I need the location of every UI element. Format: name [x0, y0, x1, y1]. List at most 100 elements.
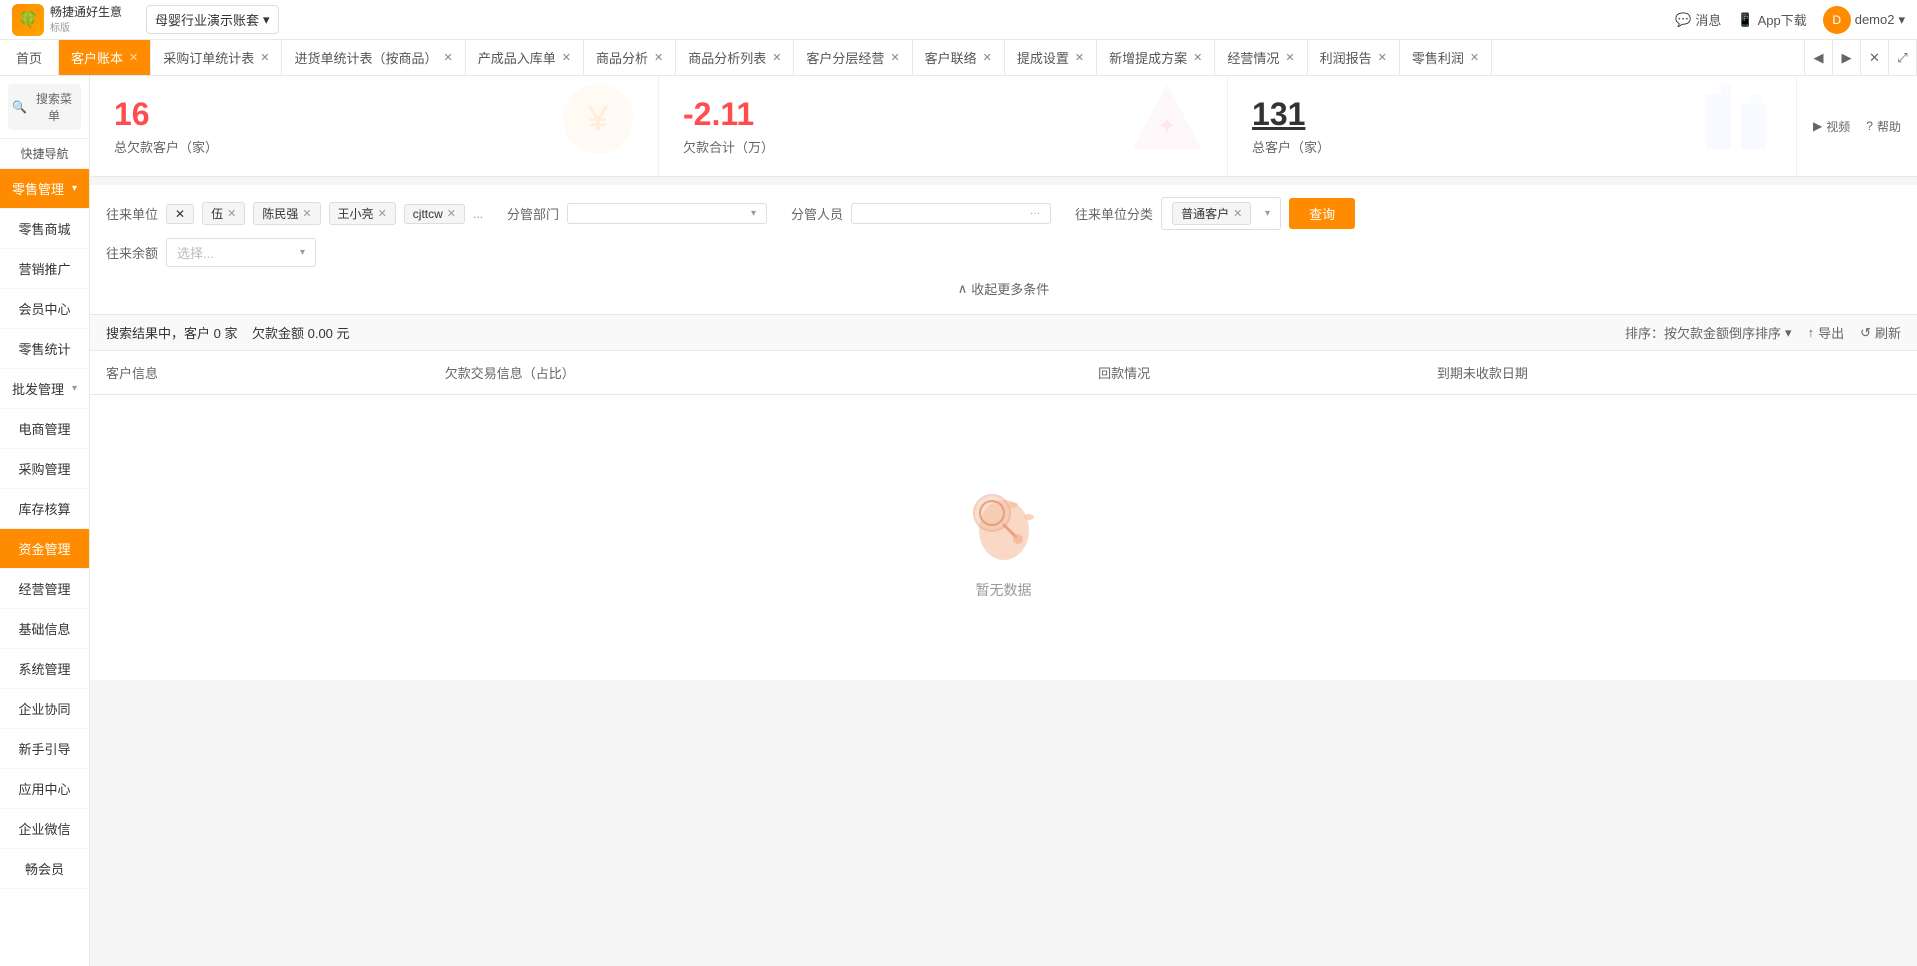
sidebar-item-ecommerce[interactable]: 电商管理 [0, 409, 89, 449]
help-button[interactable]: ? 帮助 [1866, 118, 1901, 135]
close-icon[interactable]: ✕ [772, 51, 781, 64]
messages-button[interactable]: 💬 消息 [1675, 10, 1721, 29]
empty-icon [954, 475, 1054, 568]
category-filter-select[interactable]: 普通客户 ✕ ▾ [1161, 197, 1281, 230]
sidebar-item-label: 会员中心 [18, 299, 70, 318]
sidebar-item-wholesale-management[interactable]: 批发管理 ▾ [0, 369, 89, 409]
filter-bar: 往来单位 ✕ 伍 ✕ 陈民强 ✕ 王小亮 ✕ cjttcw [90, 185, 1917, 315]
sidebar-item-new-guide[interactable]: 新手引导 [0, 729, 89, 769]
nav-scroll-left-button[interactable]: ◀ [1805, 40, 1833, 76]
tab-label: 进货单统计表（按商品） [294, 48, 437, 67]
tab-product-analysis-list[interactable]: 商品分析列表 ✕ [676, 40, 794, 75]
search-menu-button[interactable]: 🔍 搜索菜单 [8, 84, 81, 130]
filter-tag-unit-wu: 伍 ✕ [202, 202, 245, 225]
tab-inbound-stats[interactable]: 进货单统计表（按商品） ✕ [282, 40, 465, 75]
close-icon[interactable]: ✕ [654, 51, 663, 64]
tab-customer-tier[interactable]: 客户分层经营 ✕ [794, 40, 912, 75]
nav-close-all-button[interactable]: ✕ [1861, 40, 1889, 76]
remove-filter-cjttcw[interactable]: ✕ [447, 207, 456, 220]
tab-label: 客户分层经营 [806, 48, 884, 67]
tab-new-commission-plan[interactable]: 新增提成方案 ✕ [1097, 40, 1215, 75]
close-icon[interactable]: ✕ [1075, 51, 1084, 64]
sidebar-item-enterprise-collab[interactable]: 企业协同 [0, 689, 89, 729]
export-button[interactable]: ↑ 导出 [1808, 323, 1845, 342]
table-empty-row: 暂无数据 [90, 395, 1917, 681]
close-icon[interactable]: ✕ [562, 51, 571, 64]
remove-category-filter[interactable]: ✕ [1233, 207, 1242, 220]
nav-scroll-controls: ◀ ▶ ✕ ⤢ [1804, 40, 1917, 75]
logo-icon: 🍀 [12, 4, 44, 36]
tab-retail-profit[interactable]: 零售利润 ✕ [1400, 40, 1492, 75]
tab-business-situation[interactable]: 经营情况 ✕ [1215, 40, 1307, 75]
col-repayment: 回款情况 [1082, 351, 1421, 395]
tab-production-inbound[interactable]: 产成品入库单 ✕ [466, 40, 584, 75]
person-filter-select[interactable]: ··· [851, 203, 1051, 224]
sidebar-item-operations[interactable]: 经营管理 [0, 569, 89, 609]
sidebar-item-basic-info[interactable]: 基础信息 [0, 609, 89, 649]
sidebar-item-system[interactable]: 系统管理 [0, 649, 89, 689]
video-button[interactable]: ▶ 视频 [1813, 118, 1850, 135]
logo-text-area: 畅捷通好生意 标版 [50, 5, 122, 34]
tab-product-analysis[interactable]: 商品分析 ✕ [584, 40, 676, 75]
tab-home[interactable]: 首页 [0, 40, 59, 75]
query-button[interactable]: 查询 [1289, 198, 1355, 229]
tab-profit-report[interactable]: 利润报告 ✕ [1308, 40, 1400, 75]
user-menu[interactable]: D demo2 ▾ [1823, 6, 1905, 34]
nav-expand-button[interactable]: ⤢ [1889, 40, 1917, 76]
sort-select[interactable]: 排序：按欠款金额倒序排序 ▾ [1625, 323, 1792, 342]
close-icon[interactable]: ✕ [1193, 51, 1202, 64]
help-label: 帮助 [1877, 118, 1901, 135]
nav-scroll-right-button[interactable]: ▶ [1833, 40, 1861, 76]
close-icon[interactable]: ✕ [129, 51, 138, 64]
sidebar-item-retail-mall[interactable]: 零售商城 [0, 209, 89, 249]
sidebar-item-marketing[interactable]: 营销推广 [0, 249, 89, 289]
refresh-button[interactable]: ↺ 刷新 [1860, 323, 1901, 342]
sidebar-item-quick-nav[interactable]: 快捷导航 [0, 139, 89, 169]
stat-content: -2.11 欠款合计（万） [683, 96, 774, 156]
collapse-button[interactable]: ∧ 收起更多条件 [954, 275, 1054, 302]
close-icon[interactable]: ✕ [260, 51, 269, 64]
store-selector[interactable]: 母婴行业演示账套 ▾ [146, 5, 279, 34]
search-result-text: 搜索结果中，客户 0 家 欠款金额 0.00 元 [106, 323, 350, 342]
remove-filter-wang[interactable]: ✕ [378, 207, 387, 220]
remove-filter-wu[interactable]: ✕ [227, 207, 236, 220]
result-prefix: 搜索结果中，客户 [106, 326, 210, 341]
close-icon[interactable]: ✕ [444, 51, 453, 64]
close-icon[interactable]: ✕ [890, 51, 899, 64]
sidebar-item-member[interactable]: 畅会员 [0, 849, 89, 889]
sidebar-item-label: 电商管理 [18, 419, 70, 438]
close-icon[interactable]: ✕ [1285, 51, 1294, 64]
tab-commission-settings[interactable]: 提成设置 ✕ [1005, 40, 1097, 75]
header-left: 🍀 畅捷通好生意 标版 母婴行业演示账套 ▾ [12, 4, 279, 36]
sidebar-item-enterprise-wechat[interactable]: 企业微信 [0, 809, 89, 849]
nav-tabs: 首页 客户账本 ✕ 采购订单统计表 ✕ 进货单统计表（按商品） ✕ 产成品入库单… [0, 40, 1917, 76]
dept-filter-select[interactable]: ▾ [567, 203, 767, 224]
search-icon: 🔍 [12, 100, 27, 114]
tab-customer-contact[interactable]: 客户联络 ✕ [913, 40, 1005, 75]
help-icon: ? [1866, 119, 1873, 133]
close-icon[interactable]: ✕ [1378, 51, 1387, 64]
sidebar-item-purchase-management[interactable]: 采购管理 [0, 449, 89, 489]
sidebar-item-retail-stats[interactable]: 零售统计 [0, 329, 89, 369]
sidebar-item-retail-management[interactable]: 零售管理 ▾ [0, 169, 89, 209]
stat-label: 欠款合计（万） [683, 137, 774, 156]
dept-filter-label: 分管部门 [507, 204, 559, 223]
sidebar-item-label: 零售管理 [12, 179, 64, 198]
chevron-down-icon: ▾ [300, 247, 305, 258]
close-icon[interactable]: ✕ [983, 51, 992, 64]
sidebar-item-label: 企业微信 [18, 819, 70, 838]
sidebar-item-label: 批发管理 [12, 379, 64, 398]
sidebar-item-member-center[interactable]: 会员中心 [0, 289, 89, 329]
sidebar-item-app-center[interactable]: 应用中心 [0, 769, 89, 809]
tab-purchase-stats[interactable]: 采购订单统计表 ✕ [151, 40, 282, 75]
sidebar-item-finance[interactable]: 资金管理 [0, 529, 89, 569]
filter-more-button[interactable]: ... [473, 207, 483, 221]
close-icon[interactable]: ✕ [1470, 51, 1479, 64]
remove-filter-chen[interactable]: ✕ [302, 207, 311, 220]
balance-filter-select[interactable]: 选择... ▾ [166, 238, 316, 267]
tab-customer-ledger[interactable]: 客户账本 ✕ [59, 40, 151, 75]
home-tab-label: 首页 [16, 48, 42, 67]
app-download-button[interactable]: 📱 App下载 [1737, 10, 1806, 29]
main-layout: 🔍 搜索菜单 快捷导航 零售管理 ▾ 零售商城 营销推广 会员中心 零售统计 批… [0, 76, 1917, 966]
sidebar-item-inventory[interactable]: 库存核算 [0, 489, 89, 529]
